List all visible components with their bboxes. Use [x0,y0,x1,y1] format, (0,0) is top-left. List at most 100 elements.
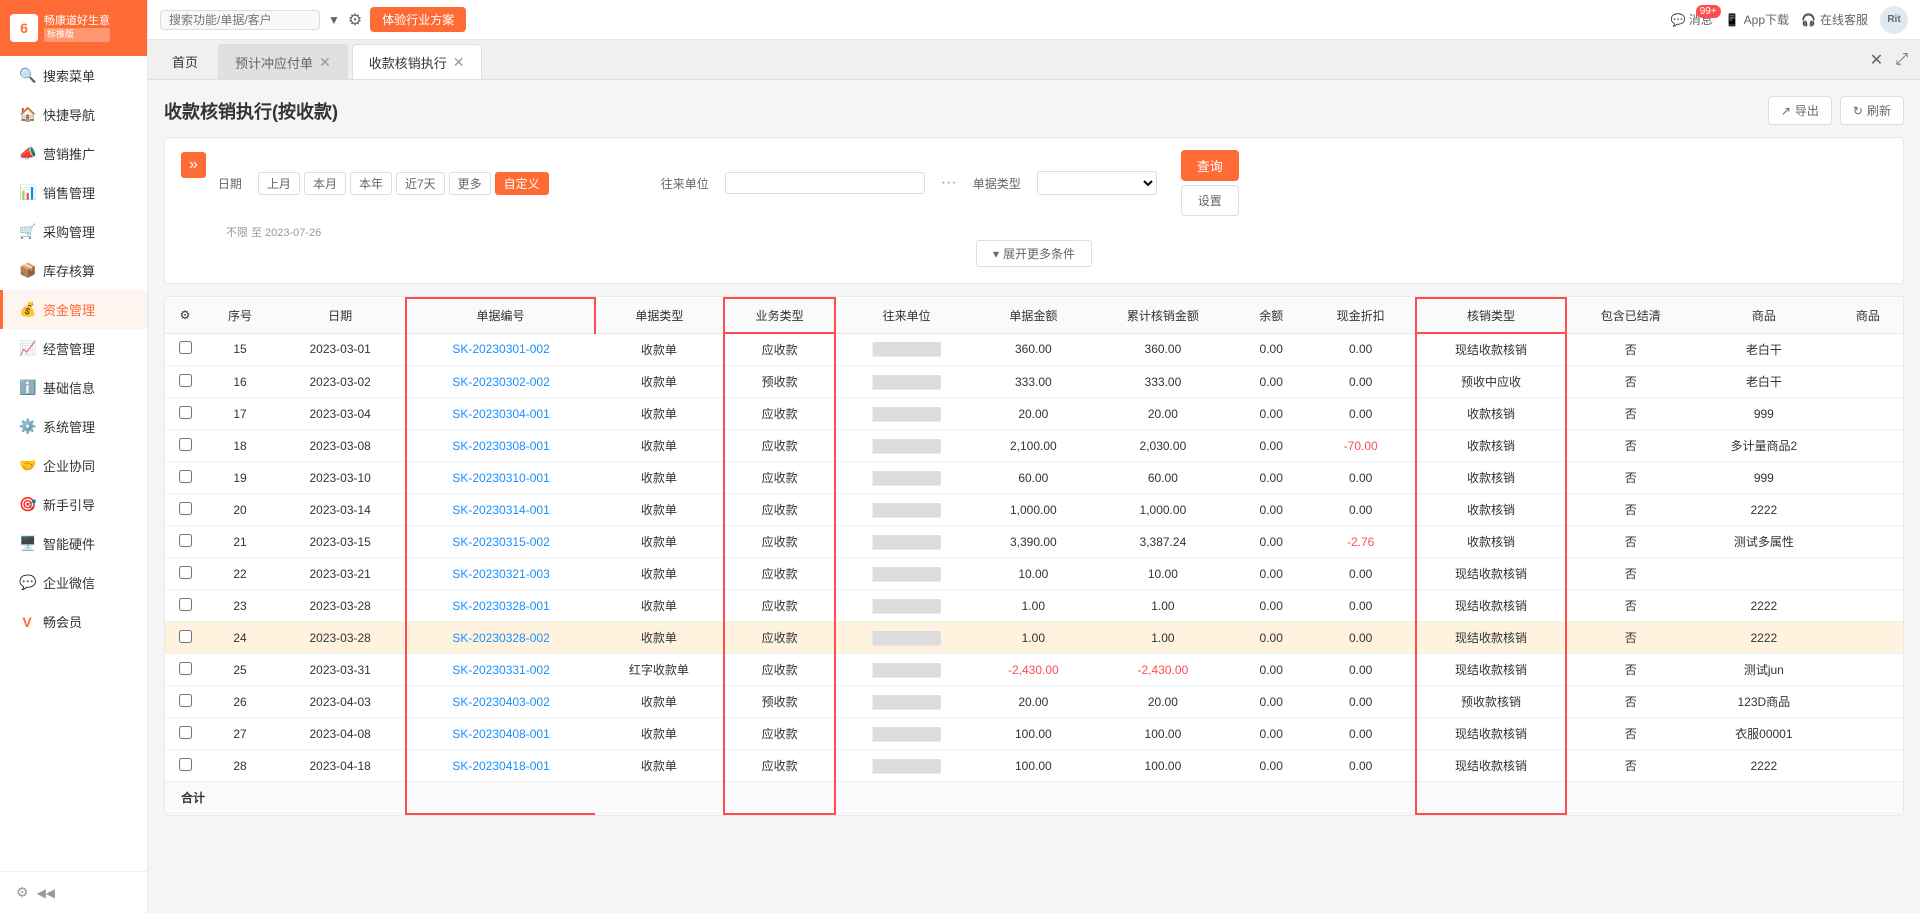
cell-checkbox[interactable] [165,622,205,654]
table-row: 23 2023-03-28 SK-20230328-001 收款单 应收款 ██… [165,590,1903,622]
sidebar-item-marketing[interactable]: 📣 营销推广 [0,134,147,173]
cell-checkbox[interactable] [165,430,205,462]
cell-checkbox[interactable] [165,558,205,590]
more-date-btn[interactable]: 更多 [449,172,491,195]
cell-checkbox[interactable] [165,398,205,430]
order-no-link[interactable]: SK-20230331-002 [452,663,549,677]
cell-checkbox[interactable] [165,366,205,398]
sidebar-item-basic[interactable]: ℹ️ 基础信息 [0,368,147,407]
cell-amount: 10.00 [977,558,1090,590]
cell-date: 2023-03-15 [275,526,406,558]
cell-goods2 [1833,430,1903,462]
collapse-icon[interactable]: ◀◀ [37,886,55,900]
close-tab-btn[interactable]: ✕ [1866,46,1887,74]
query-button[interactable]: 查询 [1181,150,1239,181]
cell-balance: 0.00 [1236,718,1306,750]
cell-balance: 0.00 [1236,654,1306,686]
expand-conditions-btn[interactable]: ▾ 展开更多条件 [976,240,1092,267]
tab-payable[interactable]: 预计冲应付单 ✕ [218,44,348,79]
sidebar-item-operation[interactable]: 📈 经营管理 [0,329,147,368]
tab-receipt-verify[interactable]: 收款核销执行 ✕ [352,44,482,79]
sidebar-item-purchase[interactable]: 🛒 采购管理 [0,212,147,251]
gear-icon[interactable]: ⚙ [344,6,366,34]
order-no-link[interactable]: SK-20230301-002 [452,342,549,356]
bill-type-select[interactable] [1037,171,1157,195]
dropdown-arrow-icon[interactable]: ▼ [328,13,340,27]
maximize-btn[interactable]: ⤢ [1891,47,1912,73]
custom-date-btn[interactable]: 自定义 [495,172,549,195]
order-no-link[interactable]: SK-20230310-001 [452,471,549,485]
more-options-btn[interactable]: ··· [941,174,957,192]
sidebar-item-quick-nav[interactable]: 🏠 快捷导航 [0,95,147,134]
cell-goods1: 999 [1695,398,1833,430]
tab-payable-close[interactable]: ✕ [319,55,331,69]
app-download-btn[interactable]: 📱 App下载 [1725,11,1789,28]
sidebar-item-wechat[interactable]: 💬 企业微信 [0,563,147,602]
sidebar-item-cooperation[interactable]: 🤝 企业协同 [0,446,147,485]
tab-receipt-verify-close[interactable]: ✕ [453,55,465,69]
headset-icon: 🎧 [1801,13,1816,27]
cell-goods2 [1833,622,1903,654]
order-no-link[interactable]: SK-20230304-001 [452,407,549,421]
col-settings-header[interactable]: ⚙ [165,298,205,333]
settings-bottom-icon[interactable]: ⚙ [16,884,29,901]
refresh-button[interactable]: ↻ 刷新 [1840,96,1904,125]
order-no-link[interactable]: SK-20230418-001 [452,759,549,773]
sidebar-item-sales[interactable]: 📊 销售管理 [0,173,147,212]
cell-checkbox[interactable] [165,526,205,558]
counterpart-input[interactable] [725,172,925,194]
online-service-btn[interactable]: 🎧 在线客服 [1801,11,1868,28]
cell-checkbox[interactable] [165,590,205,622]
filter-settings-button[interactable]: 设置 [1181,185,1239,216]
order-no-link[interactable]: SK-20230315-002 [452,535,549,549]
sidebar-item-vip[interactable]: V 畅会员 [0,602,147,641]
order-no-link[interactable]: SK-20230403-002 [452,695,549,709]
sidebar-item-finance[interactable]: 💰 资金管理 [0,290,147,329]
cell-checkbox[interactable] [165,333,205,366]
solution-button[interactable]: 体验行业方案 [370,7,466,32]
sidebar-item-inventory[interactable]: 📦 库存核算 [0,251,147,290]
cell-checkbox[interactable] [165,718,205,750]
export-button[interactable]: ↗ 导出 [1768,96,1832,125]
total-biz-type [724,782,835,814]
last-7days-btn[interactable]: 近7天 [396,172,445,195]
sidebar-item-system[interactable]: ⚙️ 系统管理 [0,407,147,446]
order-no-link[interactable]: SK-20230314-001 [452,503,549,517]
cell-checkbox[interactable] [165,686,205,718]
cell-order-no: SK-20230418-001 [406,750,595,782]
cell-checkbox[interactable] [165,462,205,494]
cell-checkbox[interactable] [165,494,205,526]
cell-biz-type: 应收款 [724,654,835,686]
cell-index: 26 [205,686,275,718]
cell-goods2 [1833,686,1903,718]
table-row: 27 2023-04-08 SK-20230408-001 收款单 应收款 ██… [165,718,1903,750]
search-input[interactable] [169,13,289,27]
sidebar-item-guide[interactable]: 🎯 新手引导 [0,485,147,524]
this-month-btn[interactable]: 本月 [304,172,346,195]
cell-goods2 [1833,718,1903,750]
cell-checkbox[interactable] [165,750,205,782]
message-btn[interactable]: 💬 消息 99+ [1671,11,1713,28]
cell-biz-type: 应收款 [724,750,835,782]
sidebar-item-search[interactable]: 🔍 搜索菜单 [0,56,147,95]
order-no-link[interactable]: SK-20230328-002 [452,631,549,645]
order-no-link[interactable]: SK-20230308-001 [452,439,549,453]
tab-home[interactable]: 首页 [156,44,214,79]
order-no-link[interactable]: SK-20230321-003 [452,567,549,581]
filter-toggle-btn[interactable]: » [181,152,206,178]
cell-amount: 333.00 [977,366,1090,398]
cooperation-icon: 🤝 [19,457,35,474]
order-no-link[interactable]: SK-20230328-001 [452,599,549,613]
last-month-btn[interactable]: 上月 [258,172,300,195]
order-no-link[interactable]: SK-20230302-002 [452,375,549,389]
sidebar-item-hardware[interactable]: 🖥️ 智能硬件 [0,524,147,563]
cell-checkbox[interactable] [165,654,205,686]
cell-goods2 [1833,333,1903,366]
this-year-btn[interactable]: 本年 [350,172,392,195]
avatar[interactable]: Rit [1880,6,1908,34]
order-no-link[interactable]: SK-20230408-001 [452,727,549,741]
total-counterpart [835,782,977,814]
table-scroll[interactable]: ⚙ 序号 日期 单据编号 单据类型 业务类型 往来单位 单据金额 累计核销金额 … [165,297,1903,815]
cell-order-no: SK-20230301-002 [406,333,595,366]
date-btn-group: 上月 本月 本年 近7天 更多 自定义 [258,172,549,195]
